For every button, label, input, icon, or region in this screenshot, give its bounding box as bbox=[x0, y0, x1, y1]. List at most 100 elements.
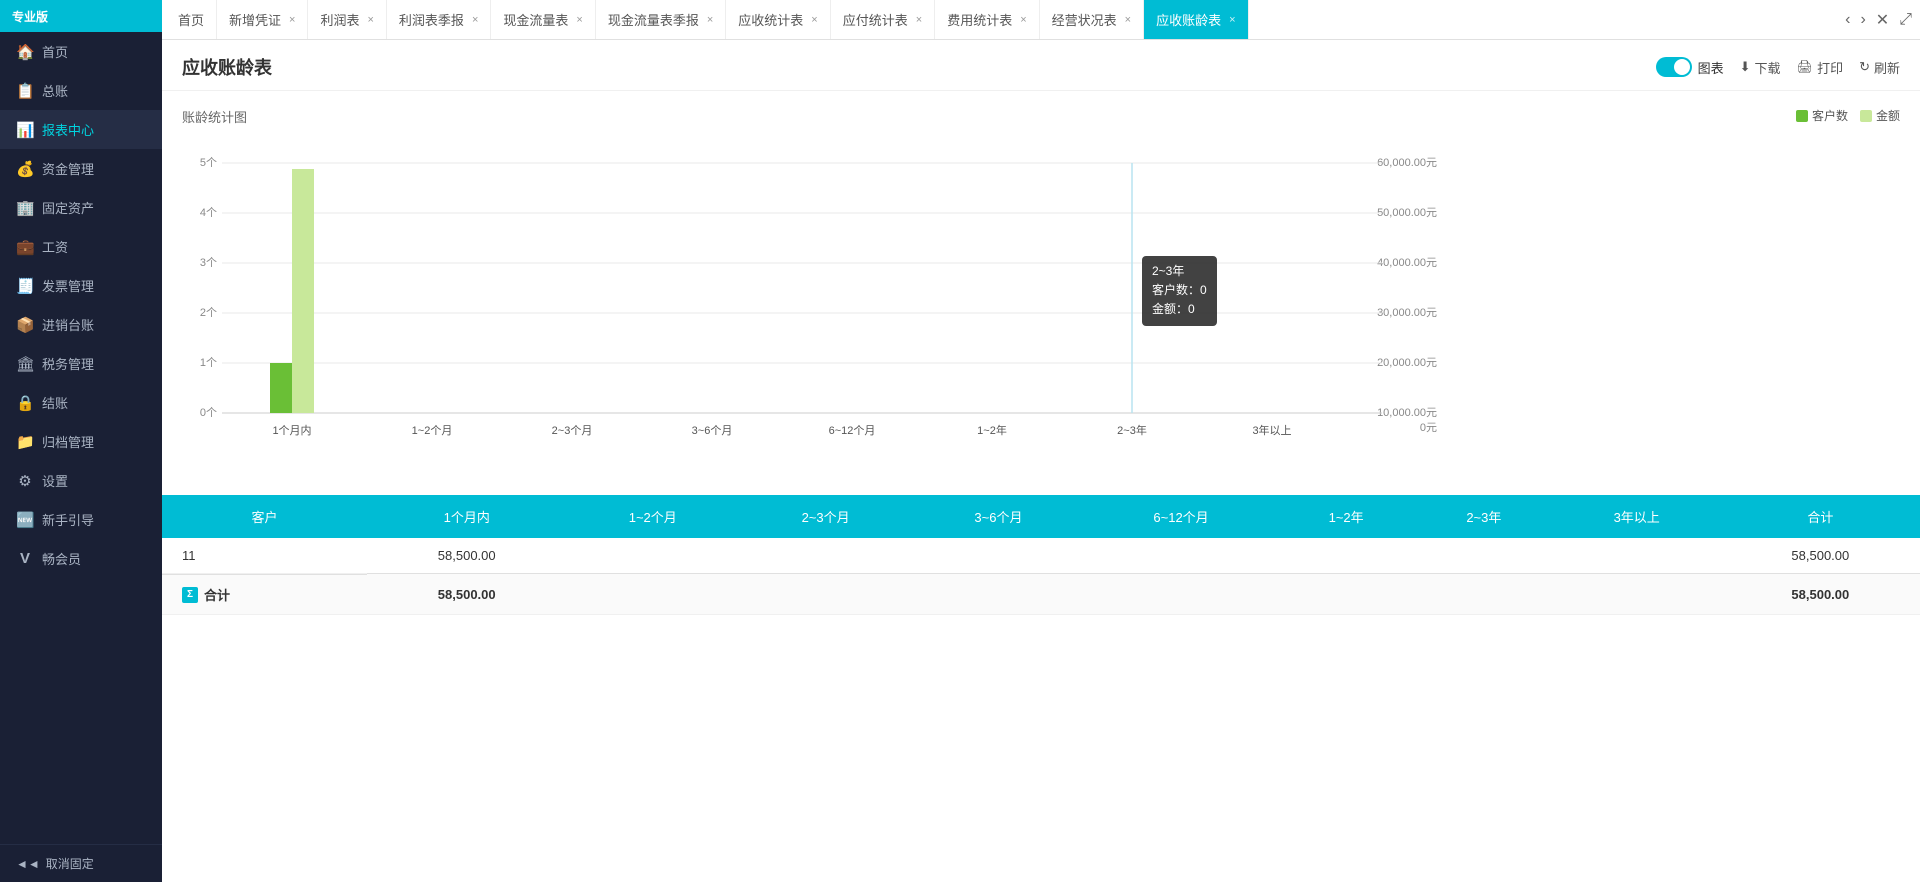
svg-text:1~2年: 1~2年 bbox=[977, 423, 1007, 437]
print-icon: 🖨 bbox=[1797, 59, 1814, 75]
print-button[interactable]: 🖨 打印 bbox=[1797, 58, 1844, 77]
settings-icon: ⚙ bbox=[16, 472, 34, 490]
content-area: 应收账龄表 图表 ⬇ 下载 🖨 打印 ↻ 刷新 bbox=[162, 40, 1920, 882]
sidebar-item-funds[interactable]: 💰 资金管理 bbox=[0, 149, 162, 188]
sidebar-item-sales[interactable]: 📦 进销台账 bbox=[0, 305, 162, 344]
tab-voucher[interactable]: 新增凭证 × bbox=[217, 0, 308, 40]
tab-expense-stats-close[interactable]: × bbox=[1020, 14, 1026, 26]
home-icon: 🏠 bbox=[16, 43, 34, 61]
bar-customer-0 bbox=[270, 363, 292, 413]
col-customer: 客户 bbox=[162, 495, 367, 538]
svg-text:3年以上: 3年以上 bbox=[1252, 423, 1291, 437]
table-total-row: Σ 合计 58,500.00 58,500.00 bbox=[162, 574, 1920, 615]
total-cell-m36 bbox=[912, 574, 1085, 615]
svg-text:3个: 3个 bbox=[200, 256, 217, 269]
tab-profit-quarterly[interactable]: 利润表季报 × bbox=[387, 0, 491, 40]
tab-ap-stats-close[interactable]: × bbox=[916, 14, 922, 26]
cell-y23 bbox=[1415, 538, 1553, 574]
sidebar-item-salary[interactable]: 💼 工资 bbox=[0, 227, 162, 266]
sidebar-item-label: 发票管理 bbox=[42, 276, 94, 295]
legend-amount-label: 金额 bbox=[1876, 107, 1900, 124]
sidebar-item-label: 归档管理 bbox=[42, 432, 94, 451]
svg-text:10,000.00元: 10,000.00元 bbox=[1377, 407, 1437, 419]
unpin-label: 取消固定 bbox=[46, 855, 94, 872]
tab-bar: 首页 新增凭证 × 利润表 × 利润表季报 × 现金流量表 × 现金流量表季报 … bbox=[162, 0, 1920, 40]
tab-ap-stats[interactable]: 应付统计表 × bbox=[831, 0, 935, 40]
tab-home[interactable]: 首页 bbox=[166, 0, 217, 40]
total-cell-m1: 58,500.00 bbox=[367, 574, 566, 615]
tab-ar-stats-close[interactable]: × bbox=[811, 14, 817, 26]
col-m23: 2~3个月 bbox=[739, 495, 912, 538]
col-y12: 1~2年 bbox=[1277, 495, 1415, 538]
tab-profit-close[interactable]: × bbox=[367, 14, 373, 26]
reports-icon: 📊 bbox=[16, 121, 34, 139]
sidebar-item-assets[interactable]: 🏢 固定资产 bbox=[0, 188, 162, 227]
cell-y3plus bbox=[1553, 538, 1721, 574]
page-header: 应收账龄表 图表 ⬇ 下载 🖨 打印 ↻ 刷新 bbox=[162, 40, 1920, 91]
total-cell-m23 bbox=[739, 574, 912, 615]
sidebar-item-label: 首页 bbox=[42, 42, 68, 61]
sidebar-item-label: 畅会员 bbox=[42, 549, 81, 568]
tab-ar-aging-close[interactable]: × bbox=[1229, 14, 1235, 26]
tab-expense-stats[interactable]: 费用统计表 × bbox=[935, 0, 1039, 40]
total-cell-y3plus bbox=[1553, 574, 1721, 615]
chart-area: 账龄统计图 客户数 金额 5个 4个 3个 2个 1个 bbox=[162, 91, 1920, 495]
sidebar-item-label: 总账 bbox=[42, 81, 68, 100]
tab-profit-quarterly-close[interactable]: × bbox=[472, 14, 478, 26]
tab-ar-stats[interactable]: 应收统计表 × bbox=[726, 0, 830, 40]
sidebar-item-label: 报表中心 bbox=[42, 120, 94, 139]
tax-icon: 🏛 bbox=[16, 355, 34, 373]
chart-title: 账龄统计图 bbox=[182, 107, 1900, 126]
page-actions: 图表 ⬇ 下载 🖨 打印 ↻ 刷新 bbox=[1656, 57, 1900, 77]
sidebar-item-label: 固定资产 bbox=[42, 198, 94, 217]
tab-cashflow-close[interactable]: × bbox=[576, 14, 582, 26]
tab-maximize-button[interactable]: ⤢ bbox=[1895, 0, 1916, 40]
sidebar-item-guide[interactable]: 🆕 新手引导 bbox=[0, 500, 162, 539]
unpin-button[interactable]: ◄◄ 取消固定 bbox=[0, 844, 162, 882]
sidebar-item-reports[interactable]: 📊 报表中心 bbox=[0, 110, 162, 149]
sidebar-item-label: 结账 bbox=[42, 393, 68, 412]
sidebar-item-ledger[interactable]: 📋 总账 bbox=[0, 71, 162, 110]
chart-svg: 5个 4个 3个 2个 1个 0个 60,000.00元 50,000.00元 … bbox=[182, 136, 1452, 476]
chart-toggle-container: 图表 bbox=[1656, 57, 1724, 77]
total-label: 合计 bbox=[204, 585, 230, 604]
col-m612: 6~12个月 bbox=[1085, 495, 1277, 538]
svg-text:40,000.00元: 40,000.00元 bbox=[1377, 257, 1437, 269]
tab-biz-status-label: 经营状况表 bbox=[1052, 10, 1117, 29]
main-area: 首页 新增凭证 × 利润表 × 利润表季报 × 现金流量表 × 现金流量表季报 … bbox=[162, 0, 1920, 882]
sidebar-item-label: 工资 bbox=[42, 237, 68, 256]
tab-close-all-button[interactable]: ✕ bbox=[1872, 0, 1893, 40]
tab-next-button[interactable]: › bbox=[1856, 0, 1869, 40]
tab-profit[interactable]: 利润表 × bbox=[308, 0, 386, 40]
tab-cashflow-quarterly[interactable]: 现金流量表季报 × bbox=[596, 0, 726, 40]
sidebar-item-home[interactable]: 🏠 首页 bbox=[0, 32, 162, 71]
tab-voucher-close[interactable]: × bbox=[289, 14, 295, 26]
svg-text:20,000.00元: 20,000.00元 bbox=[1377, 357, 1437, 369]
table-container: 客户 1个月内 1~2个月 2~3个月 3~6个月 6~12个月 1~2年 2~… bbox=[162, 495, 1920, 882]
sidebar-item-closing[interactable]: 🔒 结账 bbox=[0, 383, 162, 422]
guide-icon: 🆕 bbox=[16, 511, 34, 529]
download-button[interactable]: ⬇ 下载 bbox=[1740, 58, 1781, 77]
tab-prev-button[interactable]: ‹ bbox=[1841, 0, 1854, 40]
total-cell-y23 bbox=[1415, 574, 1553, 615]
table-row: 11 58,500.00 58,500.00 bbox=[162, 538, 1920, 574]
sidebar-item-tax[interactable]: 🏛 税务管理 bbox=[0, 344, 162, 383]
sidebar-item-archive[interactable]: 📁 归档管理 bbox=[0, 422, 162, 461]
sidebar-item-vip[interactable]: V 畅会员 bbox=[0, 539, 162, 578]
refresh-button[interactable]: ↻ 刷新 bbox=[1859, 58, 1900, 77]
sidebar-item-invoices[interactable]: 🧾 发票管理 bbox=[0, 266, 162, 305]
svg-text:1个月内: 1个月内 bbox=[272, 423, 311, 437]
tab-cashflow-quarterly-close[interactable]: × bbox=[707, 14, 713, 26]
cell-m612 bbox=[1085, 538, 1277, 574]
tab-cashflow[interactable]: 现金流量表 × bbox=[491, 0, 595, 40]
tab-ar-aging[interactable]: 应收账龄表 × bbox=[1144, 0, 1248, 40]
cell-m23 bbox=[739, 538, 912, 574]
download-label: 下载 bbox=[1755, 58, 1781, 77]
tab-biz-status[interactable]: 经营状况表 × bbox=[1040, 0, 1144, 40]
unpin-icon: ◄◄ bbox=[16, 857, 40, 871]
col-m1: 1个月内 bbox=[367, 495, 566, 538]
chart-toggle[interactable] bbox=[1656, 57, 1692, 77]
chart-toggle-label: 图表 bbox=[1698, 58, 1724, 77]
sidebar-item-settings[interactable]: ⚙ 设置 bbox=[0, 461, 162, 500]
tab-biz-status-close[interactable]: × bbox=[1125, 14, 1131, 26]
